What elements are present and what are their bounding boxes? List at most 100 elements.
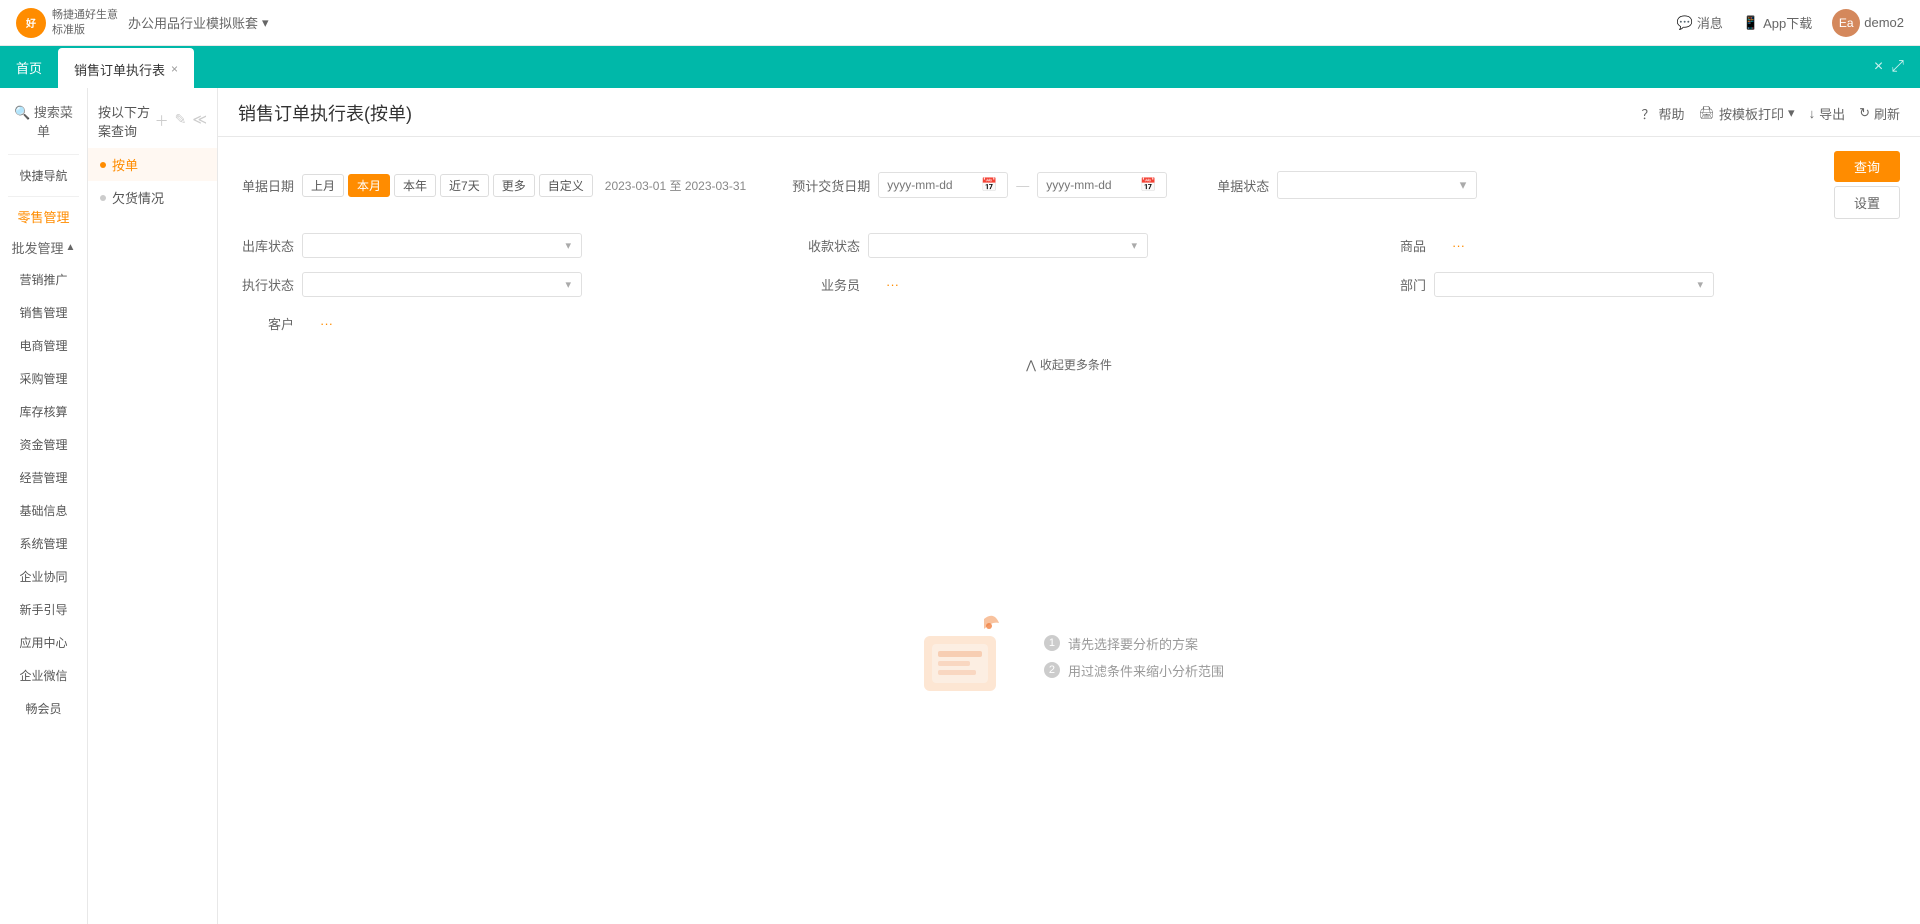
divider2 — [8, 196, 79, 197]
logo-icon: 好 — [16, 8, 46, 38]
filter-row-4: 客户 ··· — [238, 311, 1900, 336]
forecast-date-from[interactable]: 📅 — [878, 172, 1008, 198]
collapse-panel-button[interactable]: ≪ — [192, 111, 207, 131]
divider — [8, 154, 79, 155]
user-menu[interactable]: Ea demo2 — [1832, 9, 1904, 37]
scheme-item-backorder[interactable]: 欠货情况 — [88, 181, 217, 214]
inactive-dot — [100, 195, 106, 201]
logo-area: 好 畅捷通好生意 标准版 — [16, 8, 118, 38]
goods-more-icon[interactable]: ··· — [1452, 238, 1465, 253]
forecast-date-to[interactable]: 📅 — [1037, 172, 1167, 198]
customer-input[interactable]: ··· — [302, 311, 582, 336]
filter-area: 单据日期 上月 本月 本年 近7天 更多 自定义 2023-03-01 至 20… — [218, 137, 1920, 397]
refresh-icon: ↻ — [1859, 105, 1870, 121]
forecast-date-to-input[interactable] — [1046, 178, 1136, 192]
sidebar-item-finance[interactable]: 资金管理 — [0, 428, 87, 461]
messages-button[interactable]: 💬 消息 — [1677, 13, 1723, 32]
empty-state: 1 请先选择要分析的方案 2 用过滤条件来缩小分析范围 — [218, 397, 1920, 924]
query-button[interactable]: 查询 — [1834, 151, 1900, 182]
status-chevron-icon: ▾ — [1460, 177, 1467, 193]
sidebar-item-basics[interactable]: 基础信息 — [0, 494, 87, 527]
sidebar-item-procurement[interactable]: 采购管理 — [0, 362, 87, 395]
left-panel-header: 按以下方案查询 ＋ ✎ ≪ — [88, 98, 217, 148]
date-current-month[interactable]: 本月 — [348, 174, 390, 197]
top-bar-right: 💬 消息 📱 App下载 Ea demo2 — [1677, 9, 1904, 37]
page-header-actions: ？ 帮助 🖨 按模板打印 ▾ ↓ 导出 ↻ — [1641, 104, 1900, 123]
window-close-icon[interactable]: × — [1874, 58, 1883, 76]
app-download-button[interactable]: 📱 App下载 — [1743, 13, 1812, 32]
refresh-button[interactable]: ↻ 刷新 — [1859, 104, 1900, 123]
customer-more-icon[interactable]: ··· — [320, 316, 333, 331]
department-select[interactable]: ▾ — [1434, 272, 1714, 297]
forecast-date-from-input[interactable] — [887, 178, 977, 192]
sidebar-item-inventory[interactable]: 库存核算 — [0, 395, 87, 428]
sidebar-item-wholesale[interactable]: 批发管理 ▲ — [0, 232, 87, 263]
page-header-row: 销售订单执行表(按单) ？ 帮助 🖨 按模板打印 ▾ ↓ — [238, 100, 1900, 136]
date-last-7-days[interactable]: 近7天 — [440, 174, 489, 197]
scheme-item-order[interactable]: 按单 — [88, 148, 217, 181]
collection-select[interactable]: ▾ — [868, 233, 1148, 258]
edit-scheme-button[interactable]: ✎ — [175, 111, 187, 131]
settings-button[interactable]: 设置 — [1834, 186, 1900, 219]
page-title: 销售订单执行表(按单) — [238, 100, 412, 126]
template-dropdown-icon: ▾ — [1788, 105, 1795, 121]
industry-selector[interactable]: 办公用品行业模拟账套 ▾ — [128, 13, 269, 32]
sidebar-item-sales[interactable]: 销售管理 — [0, 296, 87, 329]
sidebar-item-wechat[interactable]: 企业微信 — [0, 659, 87, 692]
logo-text: 畅捷通好生意 标准版 — [52, 8, 118, 37]
active-dot — [100, 162, 106, 168]
salesperson-more-icon[interactable]: ··· — [886, 277, 899, 292]
sidebar-item-marketing[interactable]: 营销推广 — [0, 263, 87, 296]
sidebar-item-retail[interactable]: 零售管理 — [0, 201, 87, 232]
goods-input[interactable]: ··· — [1434, 233, 1714, 258]
window-expand-icon[interactable]: ⤢ — [1891, 58, 1904, 76]
sidebar-item-ecommerce[interactable]: 电商管理 — [0, 329, 87, 362]
sidebar-item-operations[interactable]: 经营管理 — [0, 461, 87, 494]
export-button[interactable]: ↓ 导出 — [1809, 104, 1846, 123]
collapse-icon: ⋀ — [1026, 358, 1036, 372]
shipment-chevron-icon: ▾ — [565, 239, 571, 252]
message-icon: 💬 — [1677, 15, 1693, 31]
avatar: Ea — [1832, 9, 1860, 37]
date-last-month[interactable]: 上月 — [302, 174, 344, 197]
calendar-icon: 📅 — [981, 177, 997, 193]
top-bar: 好 畅捷通好生意 标准版 办公用品行业模拟账套 ▾ 💬 消息 📱 App下载 E… — [0, 0, 1920, 46]
help-button[interactable]: ？ 帮助 — [1641, 104, 1684, 123]
sidebar-item-system[interactable]: 系统管理 — [0, 527, 87, 560]
expand-icon: ▲ — [66, 242, 76, 253]
page-header: 销售订单执行表(按单) ？ 帮助 🖨 按模板打印 ▾ ↓ — [218, 88, 1920, 137]
date-dash: — — [1016, 178, 1029, 193]
collection-label: 收款状态 — [804, 236, 860, 255]
date-current-year[interactable]: 本年 — [394, 174, 436, 197]
tab-close-icon[interactable]: × — [171, 62, 178, 76]
empty-illustration — [914, 611, 1014, 711]
filter-row-1: 单据日期 上月 本月 本年 近7天 更多 自定义 2023-03-01 至 20… — [238, 151, 1900, 219]
date-more[interactable]: 更多 — [493, 174, 535, 197]
status-select[interactable]: ▾ — [1277, 171, 1477, 199]
collapse-button[interactable]: ⋀ 收起更多条件 — [238, 350, 1900, 383]
template-print-button[interactable]: 🖨 按模板打印 ▾ — [1699, 104, 1795, 123]
salesperson-input[interactable]: ··· — [868, 272, 1148, 297]
top-bar-left: 好 畅捷通好生意 标准版 办公用品行业模拟账套 ▾ — [16, 8, 269, 38]
department-chevron-icon: ▾ — [1697, 278, 1703, 291]
tab-bar-actions: × ⤢ — [1874, 58, 1920, 76]
download-icon: 📱 — [1743, 15, 1759, 31]
shipment-select[interactable]: ▾ — [302, 233, 582, 258]
tab-sales-execution[interactable]: 销售订单执行表 × — [58, 48, 194, 90]
sidebar-item-newbie[interactable]: 新手引导 — [0, 593, 87, 626]
print-icon: 🖨 — [1699, 105, 1716, 121]
salesperson-label: 业务员 — [804, 275, 860, 294]
sidebar-item-members[interactable]: 畅会员 — [0, 692, 87, 725]
search-menu-button[interactable]: 🔍 搜索菜单 — [8, 98, 79, 144]
department-label: 部门 — [1370, 275, 1426, 294]
sidebar-item-app-center[interactable]: 应用中心 — [0, 626, 87, 659]
tab-bar: 首页 销售订单执行表 × × ⤢ — [0, 46, 1920, 88]
sidebar-item-quick-nav[interactable]: 快捷导航 — [0, 159, 87, 192]
date-custom[interactable]: 自定义 — [539, 174, 593, 197]
goods-label: 商品 — [1370, 236, 1426, 255]
tab-home[interactable]: 首页 — [0, 46, 58, 88]
add-scheme-button[interactable]: ＋ — [155, 111, 169, 131]
execution-select[interactable]: ▾ — [302, 272, 582, 297]
shipment-label: 出库状态 — [238, 236, 294, 255]
sidebar-item-enterprise[interactable]: 企业协同 — [0, 560, 87, 593]
